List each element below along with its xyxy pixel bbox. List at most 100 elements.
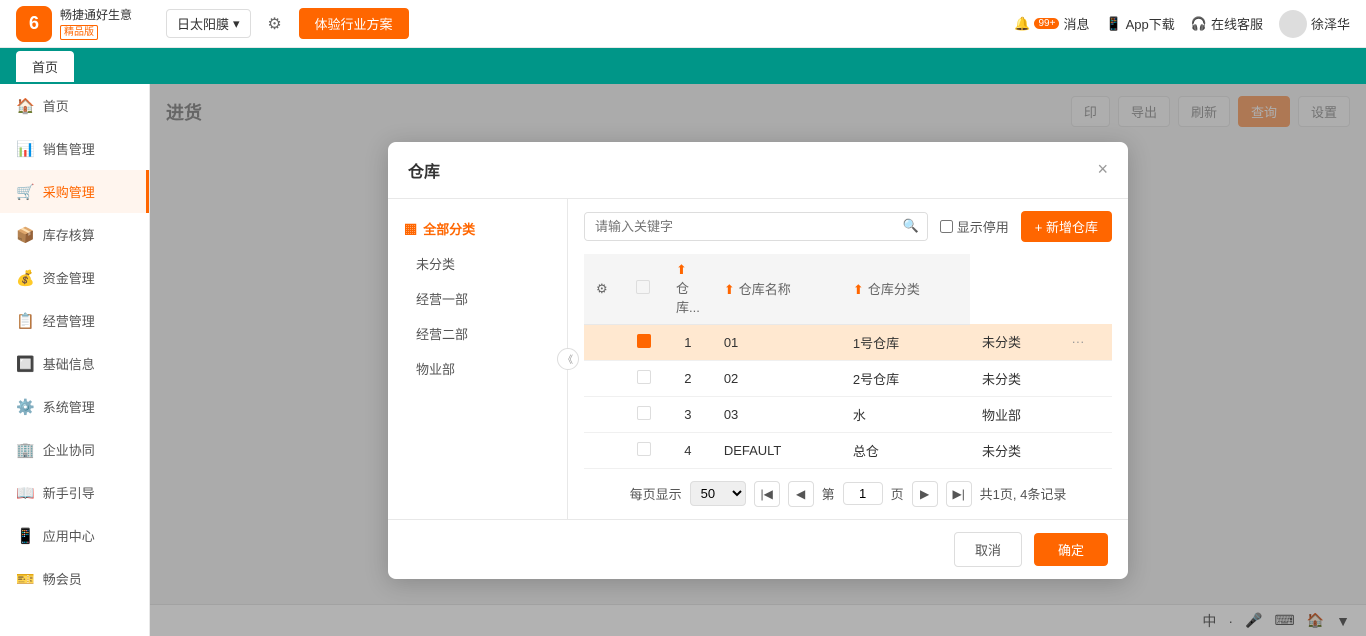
row-name: 总仓 [841,432,970,468]
table-row[interactable]: 1 01 1号仓库 未分类 ··· [584,324,1112,360]
row-gear [584,396,624,432]
row-checkbox-cell[interactable] [624,360,664,396]
tab-home[interactable]: 首页 [16,51,74,82]
close-icon[interactable]: × [1097,159,1108,180]
table-toolbar: 🔍 显示停用 + 新增仓库 [584,211,1112,242]
all-category[interactable]: ▦ 全部分类 [388,211,567,246]
row-checkbox-cell[interactable] [624,432,664,468]
collapse-panel-button[interactable]: 《 [557,348,579,370]
sidebar-item-apps[interactable]: 📱 应用中心 [0,514,149,557]
apps-icon: 📱 [16,527,35,545]
row-checkbox[interactable] [637,370,651,384]
sidebar-item-guide[interactable]: 📖 新手引导 [0,471,149,514]
trial-button[interactable]: 体验行业方案 [299,8,409,39]
category-item-unclassified[interactable]: 未分类 [388,246,567,281]
row-more[interactable]: ··· [1059,324,1112,360]
last-page-button[interactable]: ▶| [946,481,972,507]
th-code: ⬆仓库... [664,254,712,325]
logo-area: 6 畅捷通好生意 精品版 [16,6,166,42]
company-selector[interactable]: 日太阳膜 ▾ [166,9,251,38]
sidebar-item-home[interactable]: 🏠 首页 [0,84,149,127]
content-area: 进货 印 导出 刷新 查询 设置 仓库 × [150,84,1366,636]
row-category: 未分类 [970,324,1059,360]
main-layout: 🏠 首页 📊 销售管理 🛒 采购管理 📦 库存核算 💰 资金管理 📋 经营管理 … [0,84,1366,636]
logo-text: 畅捷通好生意 精品版 [60,8,132,39]
notification-item[interactable]: 🔔 99+ 消息 [1014,14,1089,33]
guide-icon: 📖 [16,484,35,502]
sidebar-item-system[interactable]: ⚙️ 系统管理 [0,385,149,428]
row-checkbox-cell[interactable] [624,396,664,432]
page-input[interactable] [843,482,883,505]
sidebar-item-operations[interactable]: 📋 经营管理 [0,299,149,342]
purchase-icon: 🛒 [16,183,35,201]
th-gear: ⚙ [584,254,624,325]
sidebar-item-basic-info[interactable]: 🔲 基础信息 [0,342,149,385]
system-icon: ⚙️ [16,398,35,416]
app-download-item[interactable]: 📱 App下载 [1105,14,1174,33]
row-number: 3 [664,396,712,432]
show-disabled-checkbox[interactable] [940,220,953,233]
sidebar-item-sales[interactable]: 📊 销售管理 [0,127,149,170]
row-gear [584,360,624,396]
add-warehouse-button[interactable]: + 新增仓库 [1021,211,1112,242]
row-checkbox[interactable] [637,406,651,420]
row-category: 未分类 [970,432,1059,468]
chevron-down-icon: ▾ [233,16,240,32]
sales-icon: 📊 [16,140,35,158]
row-name: 2号仓库 [841,360,970,396]
table-container: ⚙ ⬆仓库... ⬆仓库名称 ⬆仓库分类 [584,254,1112,469]
row-code: 01 [712,324,841,360]
sidebar: 🏠 首页 📊 销售管理 🛒 采购管理 📦 库存核算 💰 资金管理 📋 经营管理 … [0,84,150,636]
first-page-button[interactable]: |◀ [754,481,780,507]
finance-icon: 💰 [16,269,35,287]
row-name: 水 [841,396,970,432]
enterprise-icon: 🏢 [16,441,35,459]
user-profile[interactable]: 徐泽华 [1279,10,1350,38]
dialog-title: 仓库 [408,158,440,182]
settings-icon[interactable]: ⚙ [259,8,291,40]
nav-tabs: 首页 [0,48,1366,84]
bell-icon: 🔔 [1014,16,1030,32]
category-item-dept1[interactable]: 经营一部 [388,281,567,316]
row-category: 未分类 [970,360,1059,396]
operations-icon: 📋 [16,312,35,330]
row-number: 4 [664,432,712,468]
dialog-header: 仓库 × [388,142,1128,199]
category-panel: ▦ 全部分类 未分类 经营一部 经营二部 物业部 《 [388,199,568,519]
row-number: 2 [664,360,712,396]
dialog-body: ▦ 全部分类 未分类 经营一部 经营二部 物业部 《 [388,199,1128,519]
row-checkbox[interactable] [637,334,651,348]
row-checkbox-cell[interactable] [624,324,664,360]
confirm-button[interactable]: 确定 [1034,533,1108,566]
per-page-select[interactable]: 50 100 [690,481,746,506]
cancel-button[interactable]: 取消 [954,532,1022,567]
row-code: 03 [712,396,841,432]
sidebar-item-finance[interactable]: 💰 资金管理 [0,256,149,299]
sidebar-item-purchase[interactable]: 🛒 采购管理 [0,170,149,213]
category-item-property[interactable]: 物业部 [388,351,567,386]
search-input[interactable] [585,213,927,240]
table-row[interactable]: 2 02 2号仓库 未分类 [584,360,1112,396]
select-all-checkbox[interactable] [636,280,650,294]
category-item-dept2[interactable]: 经营二部 [388,316,567,351]
sidebar-item-enterprise[interactable]: 🏢 企业协同 [0,428,149,471]
basic-info-icon: 🔲 [16,355,35,373]
table-row[interactable]: 4 DEFAULT 总仓 未分类 [584,432,1112,468]
th-name: ⬆仓库名称 [712,254,841,325]
row-category: 物业部 [970,396,1059,432]
row-name: 1号仓库 [841,324,970,360]
sidebar-item-vip[interactable]: 🎫 畅会员 [0,557,149,600]
prev-page-button[interactable]: ◀ [788,481,814,507]
table-panel: 🔍 显示停用 + 新增仓库 [568,199,1128,519]
sidebar-item-inventory[interactable]: 📦 库存核算 [0,213,149,256]
row-code: DEFAULT [712,432,841,468]
row-code: 02 [712,360,841,396]
next-page-button[interactable]: ▶ [912,481,938,507]
vip-icon: 🎫 [16,570,35,588]
row-checkbox[interactable] [637,442,651,456]
show-disabled-label[interactable]: 显示停用 [940,217,1009,236]
customer-service-item[interactable]: 🎧 在线客服 [1191,14,1263,33]
inventory-icon: 📦 [16,226,35,244]
warehouse-table: ⚙ ⬆仓库... ⬆仓库名称 ⬆仓库分类 [584,254,1112,469]
table-row[interactable]: 3 03 水 物业部 [584,396,1112,432]
